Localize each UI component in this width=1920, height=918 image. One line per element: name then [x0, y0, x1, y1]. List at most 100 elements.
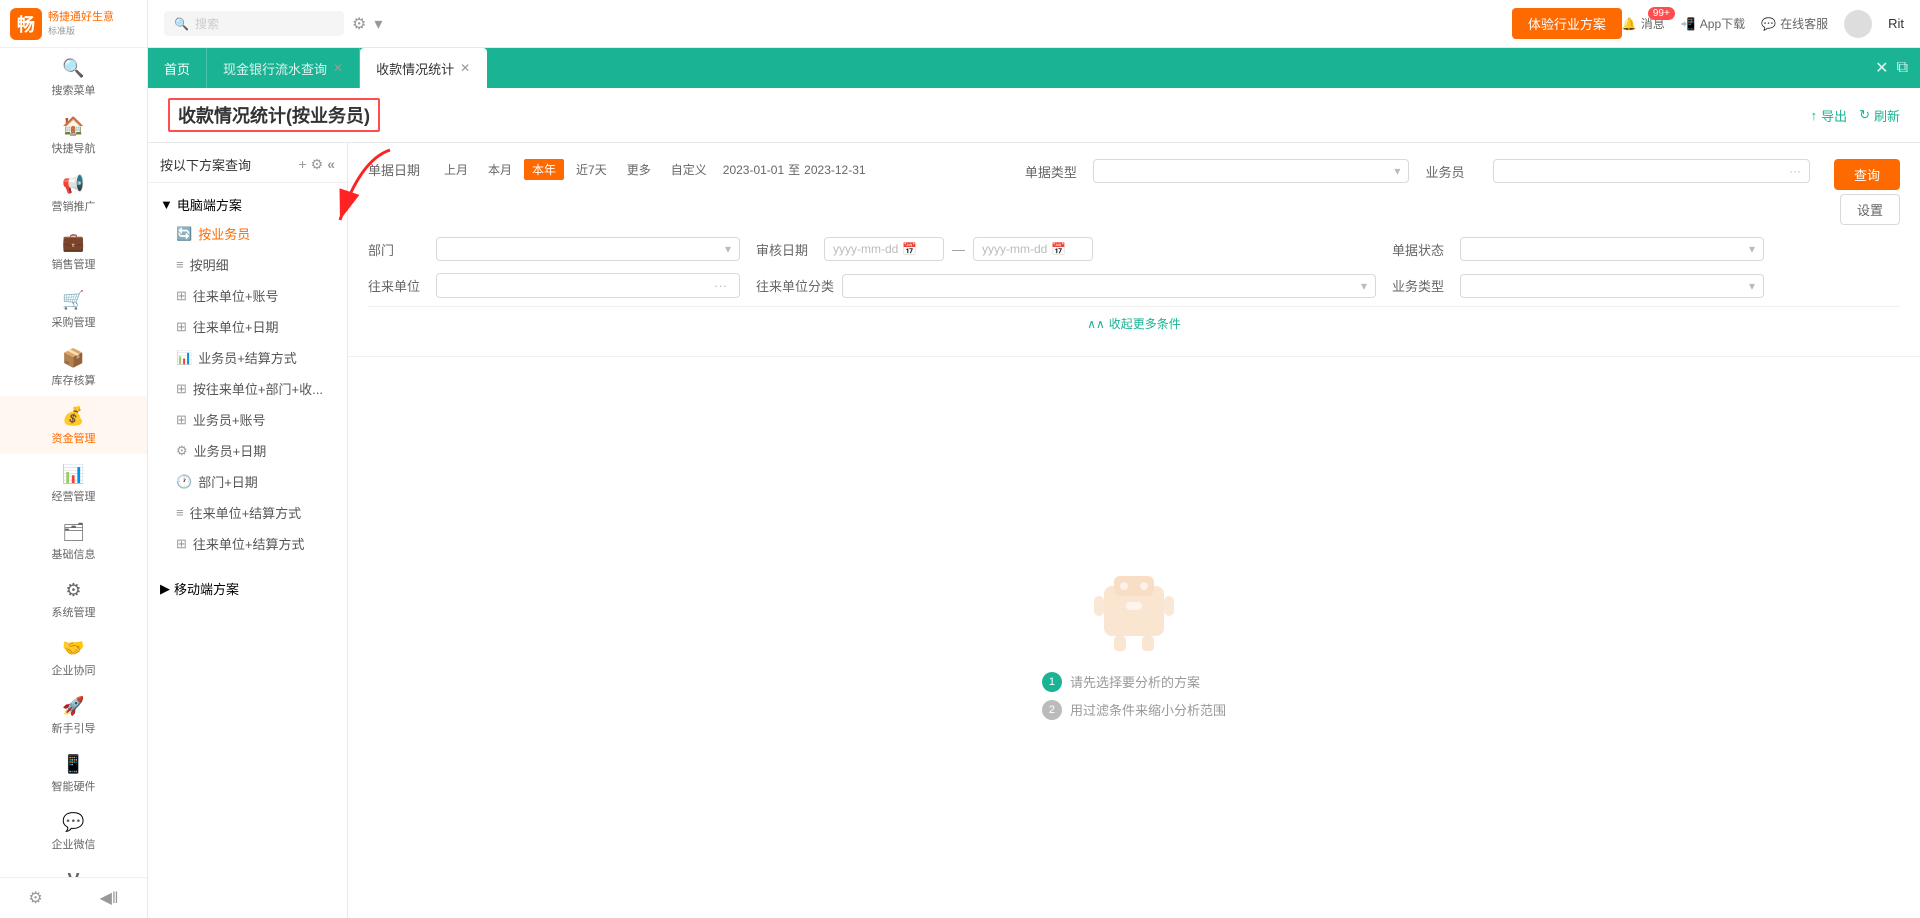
scheme-item-dept-date[interactable]: 🕐 部门+日期 — [148, 466, 347, 497]
sidebar-item-hardware[interactable]: 📱 智能硬件 — [0, 744, 147, 802]
logo-text: 畅捷通好生意 标准版 — [48, 10, 114, 37]
collapse-more-button[interactable]: ∧∧ 收起更多条件 — [368, 306, 1900, 340]
user-name: Rit — [1888, 16, 1904, 31]
desktop-section-title: 电脑端方案 — [177, 195, 242, 214]
tabs-restore-icon[interactable]: ⧉ — [1897, 59, 1908, 77]
audit-date-from[interactable]: yyyy-mm-dd 📅 — [824, 237, 944, 261]
app-download-button[interactable]: 📲 App下载 — [1681, 15, 1745, 32]
topbar-search-box[interactable]: 🔍 搜索 — [164, 11, 344, 36]
hardware-icon: 📱 — [62, 754, 84, 775]
sidebar-item-system[interactable]: ⚙ 系统管理 — [0, 570, 147, 628]
scheme-collapse-btn[interactable]: « — [327, 156, 335, 173]
sidebar-item-sales[interactable]: 💼 销售管理 — [0, 222, 147, 280]
counterpart-category-label: 往来单位分类 — [756, 276, 834, 295]
tabs-close-icon[interactable]: ✕ — [1875, 58, 1888, 78]
scheme-item-unit-dept-receipt[interactable]: ⊞ 按往来单位+部门+收... — [148, 373, 347, 404]
guide-icon: 🚀 — [62, 696, 84, 717]
scheme-item-by-salesperson[interactable]: 🔄 按业务员 — [148, 218, 347, 249]
sidebar-collapse-btn[interactable]: ◀‖ — [100, 888, 119, 908]
tab-home[interactable]: 首页 — [148, 48, 207, 88]
tab-receipt-stats[interactable]: 收款情况统计 ✕ — [360, 48, 487, 88]
audit-date-to-placeholder: yyyy-mm-dd — [982, 242, 1047, 256]
dept-select[interactable]: ▾ — [436, 237, 740, 261]
date-tab-more[interactable]: 更多 — [619, 159, 659, 180]
query-button[interactable]: 查询 — [1834, 159, 1900, 190]
date-tab-this-year[interactable]: 本年 — [524, 159, 564, 180]
step-num-2: 2 — [1042, 700, 1062, 720]
service-icon: 💬 — [1761, 17, 1776, 31]
message-button[interactable]: 🔔 消息 99+ — [1622, 15, 1665, 32]
scheme-item-unit-date[interactable]: ⊞ 往来单位+日期 — [148, 311, 347, 342]
date-separator: 至 — [788, 161, 800, 178]
salesperson-select[interactable]: ··· — [1493, 159, 1810, 183]
scheme-item-salesperson-account[interactable]: ⊞ 业务员+账号 — [148, 404, 347, 435]
scheme-item-label-salesperson-account: 业务员+账号 — [193, 410, 266, 429]
sidebar-item-enterprise[interactable]: 🤝 企业协同 — [0, 628, 147, 686]
audit-date-to[interactable]: yyyy-mm-dd 📅 — [973, 237, 1093, 261]
scheme-item-label-salesperson: 按业务员 — [198, 224, 250, 243]
desktop-section-header[interactable]: ▼ 电脑端方案 — [148, 191, 347, 218]
scheme-item-salesperson-date[interactable]: ⚙ 业务员+日期 — [148, 435, 347, 466]
sidebar-item-basic[interactable]: 🗂 基础信息 — [0, 512, 147, 570]
sidebar-label-system: 系统管理 — [52, 604, 96, 620]
scheme-item-unit-settlement1[interactable]: ≡ 往来单位+结算方式 — [148, 497, 347, 528]
search-icon: 🔍 — [62, 58, 84, 79]
mobile-section: ▶ 移动端方案 — [148, 567, 347, 610]
topbar-search-placeholder: 搜索 — [195, 15, 219, 32]
scheme-item-label-unit-settlement2: 往来单位+结算方式 — [193, 534, 305, 553]
scheme-item-unit-account[interactable]: ⊞ 往来单位+账号 — [148, 280, 347, 311]
sidebar: 畅 畅捷通好生意 标准版 🔍 搜索菜单 🏠 快捷导航 📢 营销推广 💼 销售管理… — [0, 0, 148, 918]
collapse-label: 收起更多条件 — [1109, 315, 1181, 332]
topbar-dropdown-icon[interactable]: ▾ — [374, 14, 382, 34]
export-button[interactable]: ↑ 导出 — [1811, 106, 1848, 125]
date-tab-custom[interactable]: 自定义 — [663, 159, 715, 180]
page-header: 收款情况统计(按业务员) ↑ 导出 ↻ 刷新 — [148, 88, 1920, 143]
scheme-item-unit-settlement2[interactable]: ⊞ 往来单位+结算方式 — [148, 528, 347, 559]
sidebar-item-marketing[interactable]: 📢 营销推广 — [0, 164, 147, 222]
basic-icon: 🗂 — [62, 522, 85, 543]
date-from: 2023-01-01 — [723, 163, 784, 177]
sidebar-item-search[interactable]: 🔍 搜索菜单 — [0, 48, 147, 106]
business-type-select[interactable]: ▾ — [1460, 274, 1764, 298]
refresh-label: 刷新 — [1874, 106, 1900, 125]
scheme-settings-btn[interactable]: ⚙ — [311, 156, 324, 173]
sidebar-settings-btn[interactable]: ⚙ — [28, 888, 42, 908]
voucher-type-arrow: ▾ — [1394, 164, 1400, 178]
sidebar-item-finance[interactable]: 💰 资金管理 — [0, 396, 147, 454]
refresh-button[interactable]: ↻ 刷新 — [1859, 106, 1900, 125]
date-label: 单据日期 — [368, 160, 428, 179]
operation-icon: 📊 — [62, 464, 84, 485]
tab-bank-flow[interactable]: 现金银行流水查询 ✕ — [207, 48, 360, 88]
filter-settings-button[interactable]: 设置 — [1840, 194, 1900, 225]
sidebar-item-purchase[interactable]: 🛒 采购管理 — [0, 280, 147, 338]
sidebar-item-guide[interactable]: 🚀 新手引导 — [0, 686, 147, 744]
scheme-panel: 按以下方案查询 + ⚙ « ▼ 电脑端方案 🔄 按业务员 ≡ — [148, 143, 348, 918]
counterpart-more-dots: ··· — [710, 278, 731, 293]
sidebar-item-operation[interactable]: 📊 经营管理 — [0, 454, 147, 512]
trial-button[interactable]: 体验行业方案 — [1512, 8, 1622, 39]
date-tab-7days[interactable]: 近7天 — [568, 159, 615, 180]
scheme-item-by-detail[interactable]: ≡ 按明细 — [148, 249, 347, 280]
marketing-icon: 📢 — [62, 174, 84, 195]
user-avatar[interactable] — [1844, 10, 1872, 38]
voucher-status-select[interactable]: ▾ — [1460, 237, 1764, 261]
sidebar-item-inventory[interactable]: 📦 库存核算 — [0, 338, 147, 396]
counterpart-category-select[interactable]: ▾ — [842, 274, 1376, 298]
topbar-settings-icon[interactable]: ⚙ — [352, 14, 366, 34]
sidebar-item-shortcut[interactable]: 🏠 快捷导航 — [0, 106, 147, 164]
date-tab-last-month[interactable]: 上月 — [436, 159, 476, 180]
topbar-search-icon: 🔍 — [174, 17, 189, 31]
tab-receipt-stats-close[interactable]: ✕ — [460, 61, 470, 75]
sidebar-item-wechat[interactable]: 💬 企业微信 — [0, 802, 147, 860]
date-tab-this-month[interactable]: 本月 — [480, 159, 520, 180]
tabs-bar: 首页 现金银行流水查询 ✕ 收款情况统计 ✕ ✕ ⧉ — [148, 48, 1920, 88]
topbar-right: 🔔 消息 99+ 📲 App下载 💬 在线客服 Rit — [1622, 10, 1904, 38]
online-service-button[interactable]: 💬 在线客服 — [1761, 15, 1828, 32]
scheme-item-salesperson-settlement[interactable]: 📊 业务员+结算方式 — [148, 342, 347, 373]
voucher-type-select[interactable]: ▾ — [1093, 159, 1410, 183]
counterpart-select[interactable]: ··· — [436, 273, 740, 298]
tab-bank-flow-close[interactable]: ✕ — [333, 61, 343, 75]
mobile-section-header[interactable]: ▶ 移动端方案 — [148, 575, 347, 602]
scheme-add-btn[interactable]: + — [298, 156, 306, 173]
sidebar-item-vip[interactable]: V 畅会员 — [0, 860, 147, 877]
